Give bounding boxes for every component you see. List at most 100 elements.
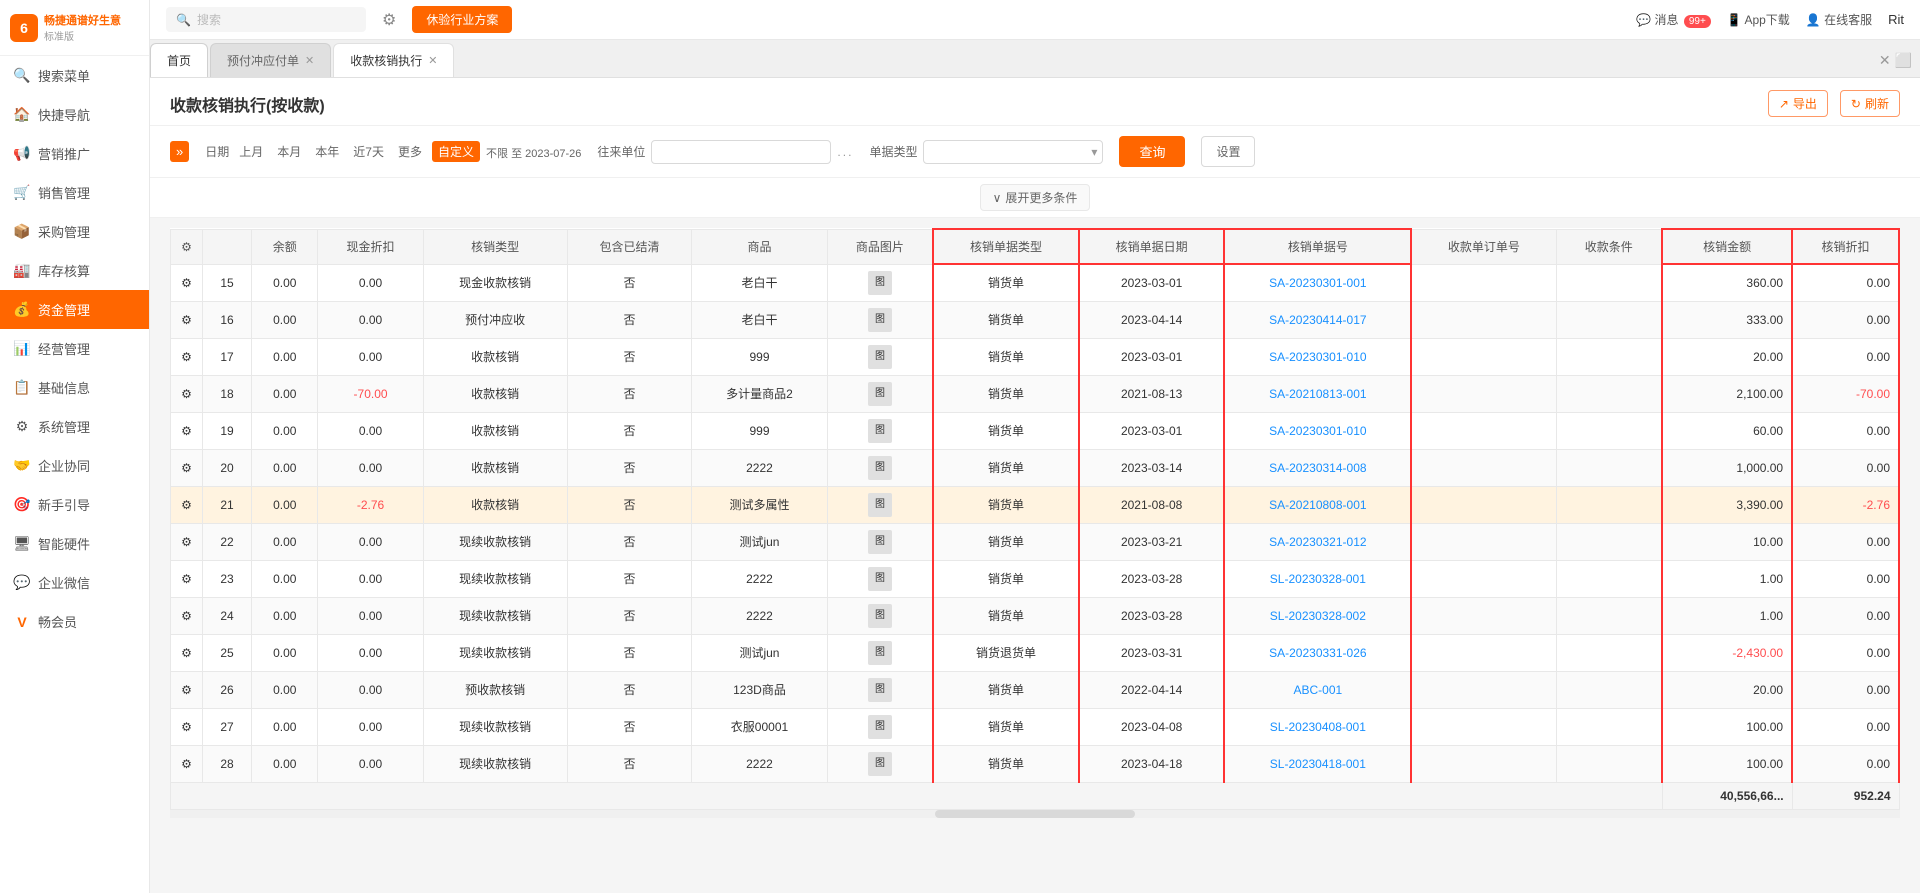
sidebar-item-enterprise[interactable]: 🤝 企业协同	[0, 446, 149, 485]
row-settings[interactable]: ⚙	[171, 264, 203, 301]
query-button[interactable]: 查询	[1119, 136, 1185, 167]
export-button[interactable]: ↗ 导出	[1768, 90, 1828, 117]
row-product-image[interactable]: 图	[827, 375, 933, 412]
sidebar-item-marketing[interactable]: 📢 营销推广	[0, 134, 149, 173]
row-bill-no[interactable]: SA-20210813-001	[1224, 375, 1411, 412]
settings-row-icon[interactable]: ⚙	[181, 350, 192, 364]
sidebar-item-sales[interactable]: 🛒 销售管理	[0, 173, 149, 212]
sidebar-item-quicknav[interactable]: 🏠 快捷导航	[0, 95, 149, 134]
settings-row-icon[interactable]: ⚙	[181, 461, 192, 475]
bill-no-link[interactable]: ABC-001	[1293, 683, 1342, 697]
refresh-button[interactable]: ↻ 刷新	[1840, 90, 1900, 117]
col-header-settings[interactable]: ⚙	[171, 229, 203, 264]
sidebar-item-weixin[interactable]: 💬 企业微信	[0, 563, 149, 602]
row-product-image[interactable]: 图	[827, 523, 933, 560]
tab-home[interactable]: 首页	[150, 43, 208, 77]
row-product-image[interactable]: 图	[827, 745, 933, 782]
settings-row-icon[interactable]: ⚙	[181, 609, 192, 623]
app-download[interactable]: 📱 App下载	[1727, 11, 1790, 28]
settings-row-icon[interactable]: ⚙	[181, 720, 192, 734]
row-settings[interactable]: ⚙	[171, 634, 203, 671]
row-settings[interactable]: ⚙	[171, 486, 203, 523]
row-product-image[interactable]: 图	[827, 338, 933, 375]
horizontal-scrollbar[interactable]	[170, 810, 1900, 818]
tab-writeoff[interactable]: 收款核销执行 ✕	[333, 43, 454, 77]
settings-row-icon[interactable]: ⚙	[181, 683, 192, 697]
row-settings[interactable]: ⚙	[171, 375, 203, 412]
row-product-image[interactable]: 图	[827, 708, 933, 745]
sidebar-item-vip[interactable]: V 畅会员	[0, 602, 149, 641]
bill-no-link[interactable]: SL-20230418-001	[1270, 757, 1366, 771]
bill-no-link[interactable]: SA-20230301-010	[1269, 350, 1366, 364]
row-bill-no[interactable]: SL-20230408-001	[1224, 708, 1411, 745]
online-service[interactable]: 👤 在线客服	[1806, 11, 1872, 28]
settings-row-icon[interactable]: ⚙	[181, 498, 192, 512]
expand-more-button[interactable]: ∨ 展开更多条件	[980, 184, 1091, 211]
row-product-image[interactable]: 图	[827, 597, 933, 634]
sidebar-item-hardware[interactable]: 🖥 智能硬件	[0, 524, 149, 563]
settings-button[interactable]: 设置	[1201, 136, 1255, 167]
row-product-image[interactable]: 图	[827, 634, 933, 671]
settings-row-icon[interactable]: ⚙	[181, 535, 192, 549]
bill-no-link[interactable]: SL-20230328-002	[1270, 609, 1366, 623]
row-settings[interactable]: ⚙	[171, 597, 203, 634]
settings-row-icon[interactable]: ⚙	[181, 424, 192, 438]
sidebar-item-finance[interactable]: 💰 资金管理	[0, 290, 149, 329]
row-bill-no[interactable]: SA-20210808-001	[1224, 486, 1411, 523]
close-tab-writeoff[interactable]: ✕	[428, 54, 437, 67]
notification-area[interactable]: 💬 消息 99+	[1636, 11, 1711, 28]
row-bill-no[interactable]: ABC-001	[1224, 671, 1411, 708]
row-product-image[interactable]: 图	[827, 449, 933, 486]
settings-row-icon[interactable]: ⚙	[181, 276, 192, 290]
settings-row-icon[interactable]: ⚙	[181, 313, 192, 327]
date-btn-custom[interactable]: 自定义	[432, 141, 480, 162]
counterpart-input[interactable]	[651, 140, 831, 164]
row-settings[interactable]: ⚙	[171, 523, 203, 560]
table-container[interactable]: ⚙ 余额 现金折扣 核销类型 包含已结清 商品 商品图片 核销单据类型 核销单据…	[150, 218, 1920, 893]
sidebar-item-operation[interactable]: 📊 经营管理	[0, 329, 149, 368]
date-btn-more[interactable]: 更多	[394, 141, 426, 162]
row-settings[interactable]: ⚙	[171, 301, 203, 338]
bill-type-input[interactable]	[923, 140, 1103, 164]
row-settings[interactable]: ⚙	[171, 745, 203, 782]
row-bill-no[interactable]: SA-20230414-017	[1224, 301, 1411, 338]
close-window-icon[interactable]: ✕	[1879, 52, 1891, 69]
sidebar-item-system[interactable]: ⚙ 系统管理	[0, 407, 149, 446]
bill-no-link[interactable]: SA-20230414-017	[1269, 313, 1366, 327]
row-bill-no[interactable]: SA-20230331-026	[1224, 634, 1411, 671]
settings-row-icon[interactable]: ⚙	[181, 757, 192, 771]
sidebar-item-basic[interactable]: 📋 基础信息	[0, 368, 149, 407]
bill-no-link[interactable]: SL-20230328-001	[1270, 572, 1366, 586]
solution-button[interactable]: 休验行业方案	[412, 6, 512, 33]
sidebar-item-tutorial[interactable]: 🎯 新手引导	[0, 485, 149, 524]
row-settings[interactable]: ⚙	[171, 338, 203, 375]
row-bill-no[interactable]: SA-20230314-008	[1224, 449, 1411, 486]
row-product-image[interactable]: 图	[827, 301, 933, 338]
row-product-image[interactable]: 图	[827, 671, 933, 708]
date-btn-7days[interactable]: 近7天	[349, 141, 388, 162]
expand-window-icon[interactable]: ⬜	[1895, 52, 1912, 69]
settings-row-icon[interactable]: ⚙	[181, 572, 192, 586]
date-btn-this-month[interactable]: 本月	[273, 141, 305, 162]
close-tab-prepaid[interactable]: ✕	[305, 54, 314, 67]
date-btn-this-year[interactable]: 本年	[311, 141, 343, 162]
row-product-image[interactable]: 图	[827, 486, 933, 523]
gear-icon[interactable]: ⚙	[382, 10, 396, 30]
sidebar-item-inventory[interactable]: 🏭 库存核算	[0, 251, 149, 290]
settings-row-icon[interactable]: ⚙	[181, 646, 192, 660]
row-settings[interactable]: ⚙	[171, 708, 203, 745]
bill-no-link[interactable]: SL-20230408-001	[1270, 720, 1366, 734]
row-bill-no[interactable]: SL-20230328-001	[1224, 560, 1411, 597]
row-settings[interactable]: ⚙	[171, 449, 203, 486]
bill-no-link[interactable]: SA-20230301-010	[1269, 424, 1366, 438]
filter-toggle-icon[interactable]: »	[170, 141, 189, 162]
bill-no-link[interactable]: SA-20230314-008	[1269, 461, 1366, 475]
row-settings[interactable]: ⚙	[171, 560, 203, 597]
settings-row-icon[interactable]: ⚙	[181, 387, 192, 401]
row-settings[interactable]: ⚙	[171, 412, 203, 449]
sidebar-item-purchase[interactable]: 📦 采购管理	[0, 212, 149, 251]
dots-icon[interactable]: ...	[837, 145, 853, 159]
row-bill-no[interactable]: SA-20230301-001	[1224, 264, 1411, 301]
bill-no-link[interactable]: SA-20210813-001	[1269, 387, 1366, 401]
row-bill-no[interactable]: SA-20230301-010	[1224, 338, 1411, 375]
